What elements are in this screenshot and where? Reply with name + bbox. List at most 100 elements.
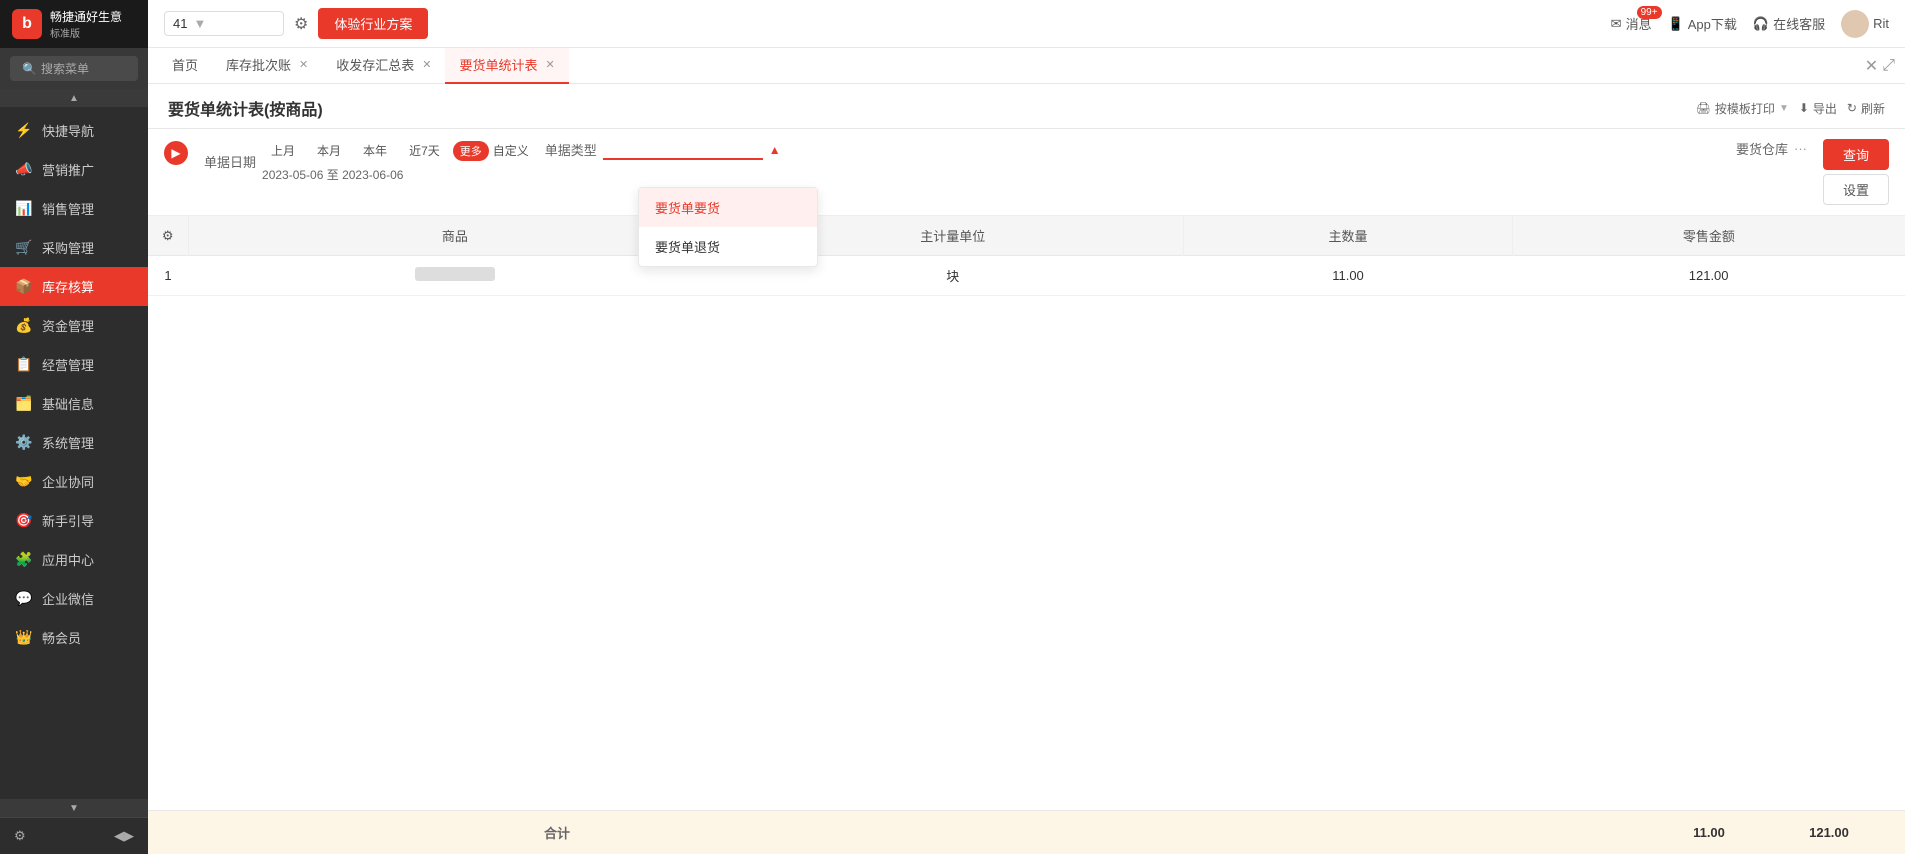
wechat-icon: 💬 xyxy=(14,590,34,607)
row-amount: 121.00 xyxy=(1512,256,1905,296)
tab-home[interactable]: 首页 xyxy=(158,48,212,84)
tab-request-summary-label: 要货单统计表 xyxy=(459,55,537,74)
product-blurred xyxy=(415,267,495,281)
sidebar-search-area[interactable]: 🔍 搜索菜单 xyxy=(0,48,148,89)
sidebar-item-sales[interactable]: 📊 销售管理 xyxy=(0,189,148,228)
header-right: ✉ 消息 99+ 📱 App下载 🎧 在线客服 Rit xyxy=(1611,10,1889,38)
search-menu-btn[interactable]: 🔍 搜索菜单 xyxy=(10,56,138,81)
sidebar-item-purchase[interactable]: 🛒 采购管理 xyxy=(0,228,148,267)
sidebar-item-quicknav[interactable]: ⚡ 快捷导航 xyxy=(0,111,148,150)
th-qty-label: 主数量 xyxy=(1329,229,1368,244)
type-dropdown-popup: 要货单要货 要货单退货 xyxy=(638,187,818,267)
refresh-btn[interactable]: ↻ 刷新 xyxy=(1847,100,1885,117)
print-chevron-icon: ▼ xyxy=(1779,103,1789,114)
row-num: 1 xyxy=(148,256,188,296)
th-settings[interactable]: ⚙ xyxy=(148,216,188,256)
set-btn[interactable]: 设置 xyxy=(1823,174,1889,205)
table-settings-icon[interactable]: ⚙ xyxy=(162,228,174,243)
page-content: 要货单统计表(按商品) 🖨 按模板打印 ▼ ⬇ 导出 ↻ 刷新 ▶ xyxy=(148,84,1905,854)
sidebar-scroll-down[interactable]: ▼ xyxy=(0,799,148,817)
type-input[interactable] xyxy=(603,139,763,160)
sidebar-item-marketing[interactable]: 📣 营销推广 xyxy=(0,150,148,189)
dropdown-item-request[interactable]: 要货单要货 xyxy=(639,188,817,227)
user-name: Rit xyxy=(1873,16,1889,31)
sidebar-item-finance[interactable]: 💰 资金管理 xyxy=(0,306,148,345)
message-badge: 99+ xyxy=(1637,6,1662,19)
page-title: 要货单统计表(按商品) xyxy=(168,96,323,120)
vip-icon: 👑 xyxy=(14,629,34,646)
operations-icon: 📋 xyxy=(14,356,34,373)
data-table: ⚙ 商品 主计量单位 主数量 零售金额 xyxy=(148,216,1905,296)
store-selector[interactable]: 41 ▼ xyxy=(164,11,284,36)
system-icon: ⚙️ xyxy=(14,434,34,451)
dropdown-item-return[interactable]: 要货单退货 xyxy=(639,227,817,266)
print-icon: 🖨 xyxy=(1696,101,1711,115)
th-amount: 零售金额 xyxy=(1512,216,1905,256)
sidebar-item-appstore[interactable]: 🧩 应用中心 xyxy=(0,540,148,579)
tab-expand-icon[interactable]: ⤢ xyxy=(1882,57,1895,75)
sidebar-item-vip[interactable]: 👑 畅会员 xyxy=(0,618,148,657)
table-row: 1 块 11.00 121.00 xyxy=(148,256,1905,296)
export-label: 导出 xyxy=(1813,100,1837,117)
tab-recv-summary[interactable]: 收发存汇总表 ✕ xyxy=(322,48,445,84)
mobile-icon: 📱 xyxy=(1668,16,1684,32)
tab-inventory-batch-close[interactable]: ✕ xyxy=(299,58,308,71)
message-item[interactable]: ✉ 消息 99+ xyxy=(1611,14,1652,33)
date-filter-group: 单据日期 上月 本月 本年 近7天 更多 自定义 2023-05-06 至 20… xyxy=(204,139,529,183)
header-settings-icon[interactable]: ⚙ xyxy=(294,14,308,34)
settings-btn[interactable]: ⚙ xyxy=(14,828,26,844)
tab-inventory-batch[interactable]: 库存批次账 ✕ xyxy=(212,48,322,84)
filter-bar: ▶ 单据日期 上月 本月 本年 近7天 更多 自定义 2023-05-06 至 … xyxy=(148,129,1905,216)
purchase-icon: 🛒 xyxy=(14,239,34,256)
guide-icon: 🎯 xyxy=(14,512,34,529)
sidebar-item-label: 库存核算 xyxy=(42,277,94,296)
user-item[interactable]: Rit xyxy=(1841,10,1889,38)
inventory-icon: 📦 xyxy=(14,278,34,295)
date-btn-this-month[interactable]: 本月 xyxy=(308,139,350,162)
sidebar-item-label: 新手引导 xyxy=(42,511,94,530)
warehouse-filter-group: 要货仓库 ··· xyxy=(1736,139,1807,158)
logo-icon: b xyxy=(12,9,42,39)
store-num: 41 xyxy=(173,16,187,31)
date-btn-this-year[interactable]: 本年 xyxy=(354,139,396,162)
refresh-icon: ↻ xyxy=(1847,101,1857,115)
headset-icon: 🎧 xyxy=(1753,16,1769,32)
sidebar-item-label: 经营管理 xyxy=(42,355,94,374)
warehouse-more-icon[interactable]: ··· xyxy=(1794,141,1807,156)
marketing-icon: 📣 xyxy=(14,161,34,178)
print-btn[interactable]: 🖨 按模板打印 ▼ xyxy=(1696,100,1789,117)
online-service-item[interactable]: 🎧 在线客服 xyxy=(1753,14,1825,33)
footer-amount: 121.00 xyxy=(1809,825,1849,840)
tab-close-all-icon[interactable]: ✕ xyxy=(1865,56,1878,76)
filter-toggle-btn[interactable]: ▶ xyxy=(164,141,188,165)
appstore-icon: 🧩 xyxy=(14,551,34,568)
main-area: 41 ▼ ⚙ 体验行业方案 ✉ 消息 99+ 📱 App下载 🎧 在线客服 R xyxy=(148,0,1905,854)
sidebar-item-basic[interactable]: 🗂️ 基础信息 xyxy=(0,384,148,423)
date-btn-prev-month[interactable]: 上月 xyxy=(262,139,304,162)
tab-recv-summary-close[interactable]: ✕ xyxy=(422,58,431,71)
sidebar-logo: b 畅捷通好生意 标准版 xyxy=(0,0,148,48)
app-download-item[interactable]: 📱 App下载 xyxy=(1668,14,1737,33)
th-qty: 主数量 xyxy=(1184,216,1513,256)
export-icon: ⬇ xyxy=(1799,101,1809,115)
page-header-actions: 🖨 按模板打印 ▼ ⬇ 导出 ↻ 刷新 xyxy=(1696,100,1885,117)
sidebar-item-wechat[interactable]: 💬 企业微信 xyxy=(0,579,148,618)
sidebar-scroll-up[interactable]: ▲ xyxy=(0,89,148,107)
tab-request-summary[interactable]: 要货单统计表 ✕ xyxy=(445,48,568,84)
query-btn[interactable]: 查询 xyxy=(1823,139,1889,170)
date-btn-7days[interactable]: 近7天 xyxy=(400,139,449,162)
type-dropdown-chevron-icon[interactable]: ▲ xyxy=(769,143,781,157)
trial-btn[interactable]: 体验行业方案 xyxy=(318,8,428,39)
sidebar-item-inventory[interactable]: 📦 库存核算 xyxy=(0,267,148,306)
sidebar-item-guide[interactable]: 🎯 新手引导 xyxy=(0,501,148,540)
export-btn[interactable]: ⬇ 导出 xyxy=(1799,100,1837,117)
sidebar-item-system[interactable]: ⚙️ 系统管理 xyxy=(0,423,148,462)
date-custom-btn[interactable]: 自定义 xyxy=(493,142,529,159)
collapse-btn[interactable]: ◀▶ xyxy=(114,828,134,844)
sidebar-item-collab[interactable]: 🤝 企业协同 xyxy=(0,462,148,501)
date-btn-more[interactable]: 更多 xyxy=(453,141,489,161)
sidebar-item-operations[interactable]: 📋 经营管理 xyxy=(0,345,148,384)
sidebar-item-label: 销售管理 xyxy=(42,199,94,218)
th-product-label: 商品 xyxy=(442,229,468,244)
tab-request-summary-close[interactable]: ✕ xyxy=(546,58,555,71)
